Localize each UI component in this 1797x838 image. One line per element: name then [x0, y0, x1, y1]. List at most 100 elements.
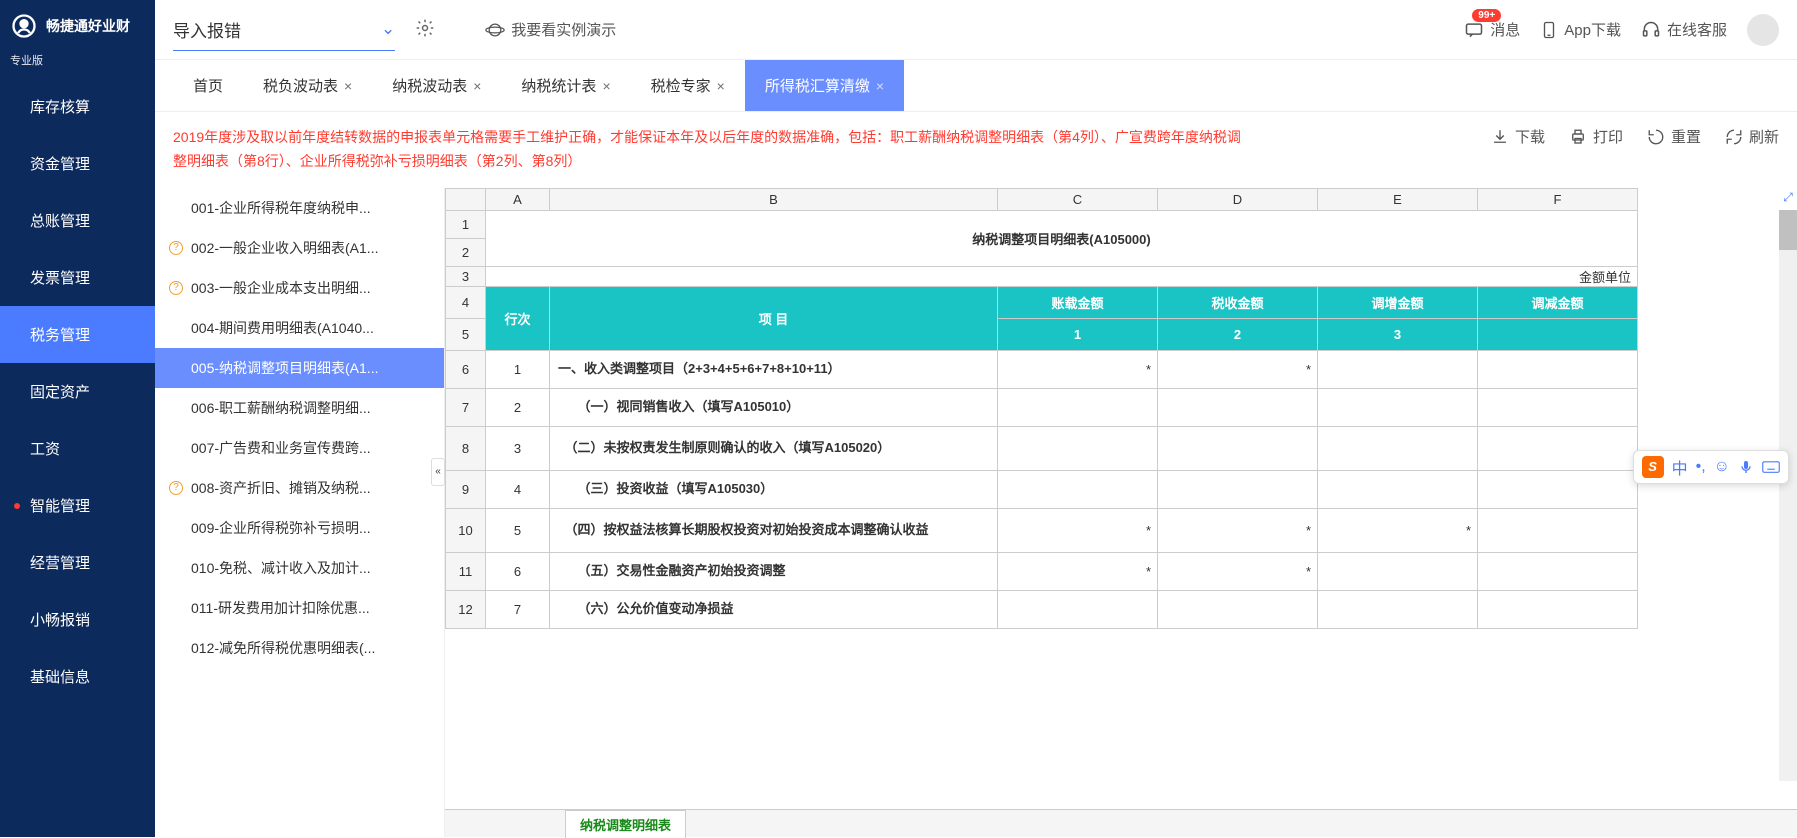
- cell-value[interactable]: *: [1158, 552, 1318, 590]
- tab-close-icon[interactable]: ×: [344, 78, 352, 94]
- sidebar-item[interactable]: 税务管理: [0, 306, 155, 363]
- help-icon[interactable]: ?: [169, 281, 183, 295]
- vertical-scrollbar[interactable]: [1779, 210, 1797, 781]
- refresh-button[interactable]: 刷新: [1725, 126, 1779, 147]
- col-header[interactable]: B: [550, 188, 998, 210]
- cell-item[interactable]: （三）投资收益（填写A105030）: [550, 470, 998, 508]
- th-c2n[interactable]: 2: [1158, 318, 1318, 350]
- sidebar-item[interactable]: 工资: [0, 420, 155, 477]
- cell-value[interactable]: [1318, 470, 1478, 508]
- form-list-item[interactable]: ?008-资产折旧、摊销及纳税...: [155, 468, 444, 508]
- cell-value[interactable]: [1158, 590, 1318, 628]
- tab[interactable]: 税负波动表×: [243, 60, 372, 111]
- col-header[interactable]: A: [486, 188, 550, 210]
- tab-close-icon[interactable]: ×: [876, 78, 884, 94]
- sidebar-item[interactable]: 发票管理: [0, 249, 155, 306]
- print-button[interactable]: 打印: [1569, 126, 1623, 147]
- tab[interactable]: 所得税汇算清缴×: [745, 60, 904, 111]
- support-button[interactable]: 在线客服: [1641, 19, 1727, 40]
- import-error-dropdown[interactable]: 导入报错 ⌄: [173, 9, 395, 51]
- th-c3n[interactable]: 3: [1318, 318, 1478, 350]
- cell-rowno[interactable]: 5: [486, 508, 550, 552]
- form-list-item[interactable]: 005-纳税调整项目明细表(A1...: [155, 348, 444, 388]
- cell-value[interactable]: *: [1158, 350, 1318, 388]
- tab-close-icon[interactable]: ×: [473, 78, 481, 94]
- cell-rowno[interactable]: 2: [486, 388, 550, 426]
- col-header[interactable]: C: [998, 188, 1158, 210]
- cell-item[interactable]: （四）按权益法核算长期股权投资对初始投资成本调整确认收益: [550, 508, 998, 552]
- cell-value[interactable]: [1478, 552, 1638, 590]
- cell-value[interactable]: [1318, 552, 1478, 590]
- cell-value[interactable]: [998, 470, 1158, 508]
- tab[interactable]: 纳税统计表×: [501, 60, 630, 111]
- form-list-item[interactable]: 007-广告费和业务宣传费跨...: [155, 428, 444, 468]
- row-header[interactable]: 7: [446, 388, 486, 426]
- cell-value[interactable]: [1478, 388, 1638, 426]
- cell-value[interactable]: *: [998, 350, 1158, 388]
- sidebar-item[interactable]: 库存核算: [0, 78, 155, 135]
- row-header[interactable]: 3: [446, 266, 486, 286]
- sidebar-item[interactable]: 经营管理: [0, 534, 155, 591]
- ime-keyboard-icon[interactable]: [1762, 460, 1780, 474]
- row-header[interactable]: 12: [446, 590, 486, 628]
- cell-value[interactable]: [1158, 388, 1318, 426]
- expand-icon[interactable]: ⤢: [1781, 190, 1795, 204]
- tab[interactable]: 税检专家×: [631, 60, 745, 111]
- th-c4[interactable]: 调减金额: [1478, 286, 1638, 318]
- collapse-handle-icon[interactable]: «: [431, 458, 445, 486]
- cell-value[interactable]: [998, 590, 1158, 628]
- cell-item[interactable]: 一、收入类调整项目（2+3+4+5+6+7+8+10+11）: [550, 350, 998, 388]
- cell-value[interactable]: *: [998, 552, 1158, 590]
- th-c3[interactable]: 调增金额: [1318, 286, 1478, 318]
- row-header[interactable]: 5: [446, 318, 486, 350]
- help-icon[interactable]: ?: [169, 481, 183, 495]
- cell-value[interactable]: [1478, 350, 1638, 388]
- cell-rowno[interactable]: 6: [486, 552, 550, 590]
- row-header[interactable]: 11: [446, 552, 486, 590]
- sidebar-item[interactable]: 基础信息: [0, 648, 155, 705]
- th-c4n[interactable]: [1478, 318, 1638, 350]
- row-header[interactable]: 2: [446, 238, 486, 266]
- th-item[interactable]: 项 目: [550, 286, 998, 350]
- row-header[interactable]: 4: [446, 286, 486, 318]
- row-header[interactable]: 6: [446, 350, 486, 388]
- cell-rowno[interactable]: 3: [486, 426, 550, 470]
- col-header[interactable]: D: [1158, 188, 1318, 210]
- cell-value[interactable]: [998, 426, 1158, 470]
- th-c1n[interactable]: 1: [998, 318, 1158, 350]
- form-list-item[interactable]: ?002-一般企业收入明细表(A1...: [155, 228, 444, 268]
- form-list-item[interactable]: 009-企业所得税弥补亏损明...: [155, 508, 444, 548]
- col-header[interactable]: E: [1318, 188, 1478, 210]
- form-list-item[interactable]: ?003-一般企业成本支出明细...: [155, 268, 444, 308]
- cell-value[interactable]: *: [1318, 508, 1478, 552]
- grid-table[interactable]: A B C D E F 1 纳税调整项目明细表(A105000) 2: [445, 188, 1638, 629]
- tab[interactable]: 首页: [173, 60, 243, 111]
- app-download-button[interactable]: App下载: [1540, 19, 1621, 40]
- cell-value[interactable]: [1478, 426, 1638, 470]
- form-list-item[interactable]: 012-减免所得税优惠明细表(...: [155, 628, 444, 668]
- row-header[interactable]: 8: [446, 426, 486, 470]
- cell-item[interactable]: （六）公允价值变动净损益: [550, 590, 998, 628]
- sidebar-item[interactable]: 固定资产: [0, 363, 155, 420]
- cell-value[interactable]: [1478, 470, 1638, 508]
- sidebar-item[interactable]: 资金管理: [0, 135, 155, 192]
- cell-value[interactable]: [1478, 590, 1638, 628]
- col-header[interactable]: F: [1478, 188, 1638, 210]
- user-avatar[interactable]: [1747, 14, 1779, 46]
- cell-value[interactable]: *: [998, 508, 1158, 552]
- sidebar-item[interactable]: 总账管理: [0, 192, 155, 249]
- sidebar-item[interactable]: 智能管理: [0, 477, 155, 534]
- row-header[interactable]: 10: [446, 508, 486, 552]
- unit-label[interactable]: 金额单位: [486, 266, 1638, 286]
- ime-toolbar[interactable]: S 中 •, ☺: [1633, 450, 1789, 484]
- cell-rowno[interactable]: 7: [486, 590, 550, 628]
- cell-item[interactable]: （二）未按权责发生制原则确认的收入（填写A105020）: [550, 426, 998, 470]
- help-icon[interactable]: ?: [169, 241, 183, 255]
- row-header[interactable]: 9: [446, 470, 486, 508]
- sidebar-item[interactable]: 小畅报销: [0, 591, 155, 648]
- cell-rowno[interactable]: 1: [486, 350, 550, 388]
- sheet-tab[interactable]: 纳税调整明细表: [565, 810, 686, 838]
- th-rowno[interactable]: 行次: [486, 286, 550, 350]
- cell-value[interactable]: *: [1158, 508, 1318, 552]
- tab[interactable]: 纳税波动表×: [372, 60, 501, 111]
